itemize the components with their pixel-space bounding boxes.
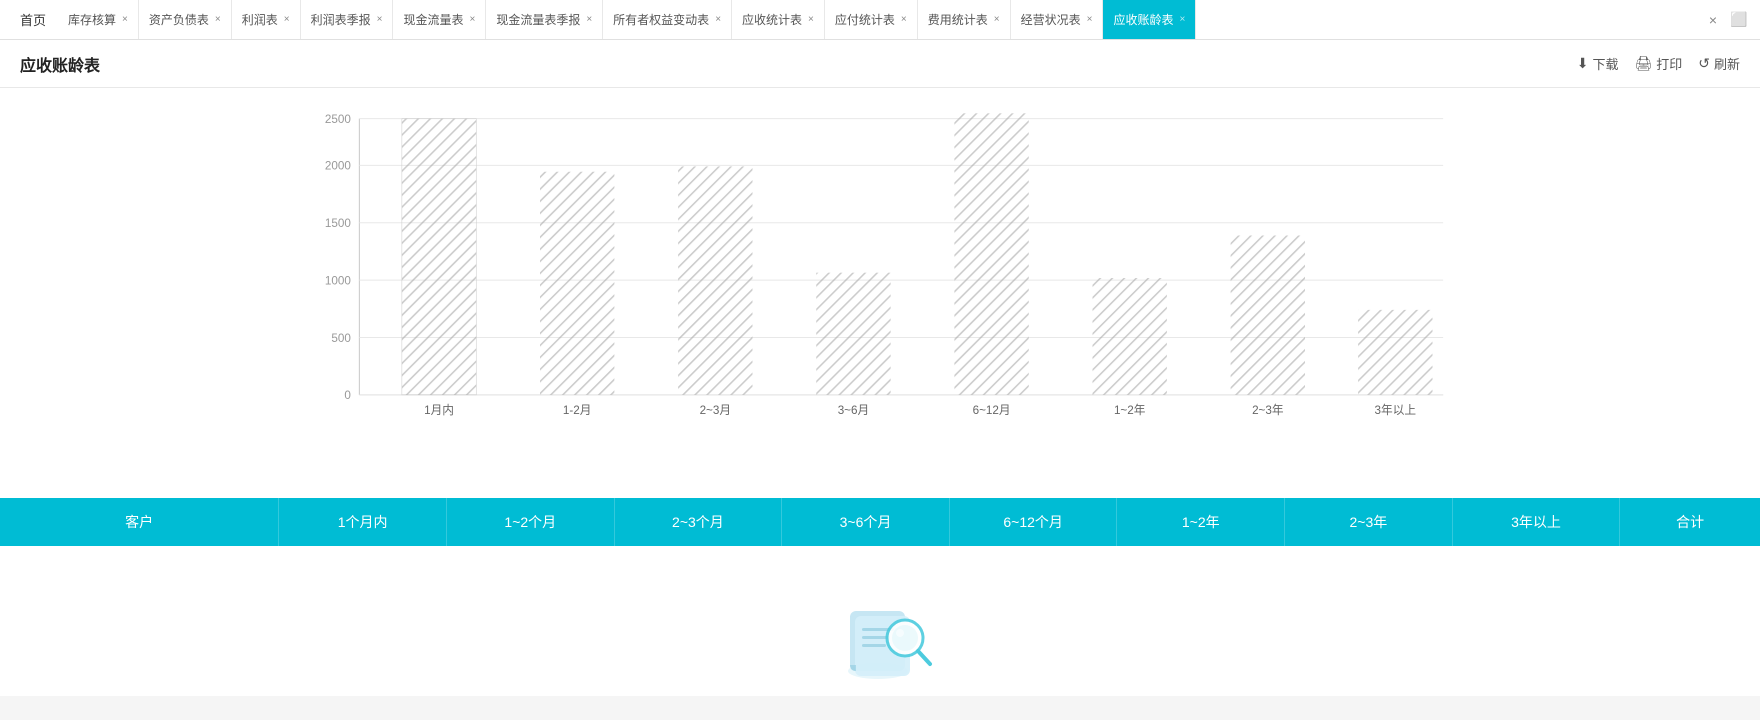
tab-profit-quarterly-label: 利润表季报 [311, 11, 371, 28]
svg-text:3~6月: 3~6月 [838, 404, 869, 417]
tab-ap-stat-close[interactable]: × [901, 14, 907, 25]
col-2-3year: 2~3年 [1285, 498, 1453, 546]
refresh-label: 刷新 [1714, 54, 1740, 73]
table-body [0, 546, 1760, 696]
col-1-2year: 1~2年 [1117, 498, 1285, 546]
tab-equity-label: 所有者权益变动表 [613, 11, 709, 28]
col-total: 合计 [1620, 498, 1760, 546]
table-header: 客户 1个月内 1~2个月 2~3个月 3~6个月 6~12个月 1~2年 2~… [0, 498, 1760, 546]
svg-text:3年以上: 3年以上 [1375, 403, 1417, 417]
tab-cashflow-label: 现金流量表 [403, 11, 463, 28]
bar-1-2-month: 1-2月 [540, 172, 614, 417]
window-close-btn[interactable]: × [1704, 11, 1722, 29]
tab-inventory-label: 库存核算 [68, 11, 116, 28]
header-actions: ⬇ 下载 🖨 打印 ↺ 刷新 [1577, 54, 1740, 73]
tab-expense-close[interactable]: × [994, 14, 1000, 25]
col-1month: 1个月内 [279, 498, 447, 546]
tab-expense[interactable]: 费用统计表 × [918, 0, 1011, 40]
svg-text:6~12月: 6~12月 [973, 404, 1011, 417]
svg-text:2~3月: 2~3月 [700, 404, 731, 417]
tab-cashflow-close[interactable]: × [469, 14, 475, 25]
tab-ar-stat-close[interactable]: × [808, 14, 814, 25]
tab-profit-label: 利润表 [242, 11, 278, 28]
svg-text:1000: 1000 [325, 274, 351, 287]
col-6-12month: 6~12个月 [950, 498, 1118, 546]
empty-state [0, 546, 1760, 696]
tab-balance-close[interactable]: × [215, 14, 221, 25]
tab-profit-close[interactable]: × [284, 14, 290, 25]
svg-text:1~2年: 1~2年 [1114, 403, 1146, 417]
chart-area: 0 500 1000 1500 2000 2500 1月内 1-2月 [0, 88, 1760, 498]
svg-text:500: 500 [331, 332, 351, 345]
tab-cashflow[interactable]: 现金流量表 × [393, 0, 486, 40]
tab-profit-quarterly-close[interactable]: × [377, 14, 383, 25]
tab-ap-stat-label: 应付统计表 [835, 11, 895, 28]
svg-text:1500: 1500 [325, 217, 351, 230]
bar-3-plus-year: 3年以上 [1358, 310, 1432, 417]
col-3plus-year: 3年以上 [1453, 498, 1621, 546]
bar-6-12-month: 6~12月 [954, 113, 1028, 417]
tab-cashflow-quarterly-label: 现金流量表季报 [496, 11, 580, 28]
print-icon: 🖨 [1634, 55, 1652, 72]
tab-operations[interactable]: 经营状况表 × [1011, 0, 1104, 40]
col-3-6month: 3~6个月 [782, 498, 950, 546]
tab-ar-aging-label: 应收账龄表 [1113, 11, 1173, 28]
tab-balance-label: 资产负债表 [149, 11, 209, 28]
tab-inventory[interactable]: 库存核算 × [58, 0, 139, 40]
tab-ap-stat[interactable]: 应付统计表 × [825, 0, 918, 40]
tab-profit[interactable]: 利润表 × [232, 0, 301, 40]
bar-chart: 0 500 1000 1500 2000 2500 1月内 1-2月 [30, 108, 1730, 448]
empty-icon [830, 586, 930, 676]
print-label: 打印 [1656, 54, 1682, 73]
download-icon: ⬇ [1577, 55, 1589, 72]
bar-2-3-month: 2~3月 [678, 166, 752, 417]
col-2-3month: 2~3个月 [615, 498, 783, 546]
tab-expense-label: 费用统计表 [928, 11, 988, 28]
svg-text:2000: 2000 [325, 160, 351, 173]
page-title: 应收账龄表 [20, 52, 100, 76]
tab-operations-label: 经营状况表 [1021, 11, 1081, 28]
refresh-button[interactable]: ↺ 刷新 [1698, 54, 1740, 73]
tab-ar-aging-close[interactable]: × [1179, 14, 1185, 25]
tab-home[interactable]: 首页 [8, 0, 58, 40]
tab-ar-stat[interactable]: 应收统计表 × [732, 0, 825, 40]
svg-text:1月内: 1月内 [424, 403, 454, 417]
download-label: 下载 [1592, 54, 1618, 73]
page-header: 应收账龄表 ⬇ 下载 🖨 打印 ↺ 刷新 [0, 40, 1760, 88]
main-content: 0 500 1000 1500 2000 2500 1月内 1-2月 [0, 88, 1760, 696]
tab-cashflow-quarterly[interactable]: 现金流量表季报 × [486, 0, 603, 40]
tab-equity-close[interactable]: × [715, 14, 721, 25]
svg-text:2500: 2500 [325, 113, 351, 126]
window-maximize-btn[interactable]: ⬜ [1730, 11, 1748, 29]
tab-cashflow-quarterly-close[interactable]: × [586, 14, 592, 25]
empty-illustration [830, 586, 940, 686]
svg-text:2~3年: 2~3年 [1252, 403, 1284, 417]
window-controls: × ⬜ [1704, 11, 1752, 29]
refresh-icon: ↺ [1698, 55, 1710, 72]
chart-container: 0 500 1000 1500 2000 2500 1月内 1-2月 [30, 108, 1730, 448]
svg-text:0: 0 [344, 389, 351, 402]
tab-operations-close[interactable]: × [1087, 14, 1093, 25]
download-button[interactable]: ⬇ 下载 [1577, 54, 1619, 73]
bar-2-3-year: 2~3年 [1231, 236, 1305, 418]
svg-text:1-2月: 1-2月 [563, 404, 592, 417]
tab-equity[interactable]: 所有者权益变动表 × [603, 0, 732, 40]
tab-bar: 首页 库存核算 × 资产负债表 × 利润表 × 利润表季报 × 现金流量表 × … [0, 0, 1760, 40]
tab-ar-stat-label: 应收统计表 [742, 11, 802, 28]
tab-ar-aging[interactable]: 应收账龄表 × [1103, 0, 1196, 40]
tab-profit-quarterly[interactable]: 利润表季报 × [301, 0, 394, 40]
col-1-2month: 1~2个月 [447, 498, 615, 546]
tab-inventory-close[interactable]: × [122, 14, 128, 25]
bar-1-month: 1月内 [402, 119, 476, 417]
col-customer: 客户 [0, 498, 279, 546]
print-button[interactable]: 🖨 打印 [1634, 54, 1682, 73]
tab-balance[interactable]: 资产负债表 × [139, 0, 232, 40]
bar-1-2-year: 1~2年 [1093, 278, 1167, 417]
